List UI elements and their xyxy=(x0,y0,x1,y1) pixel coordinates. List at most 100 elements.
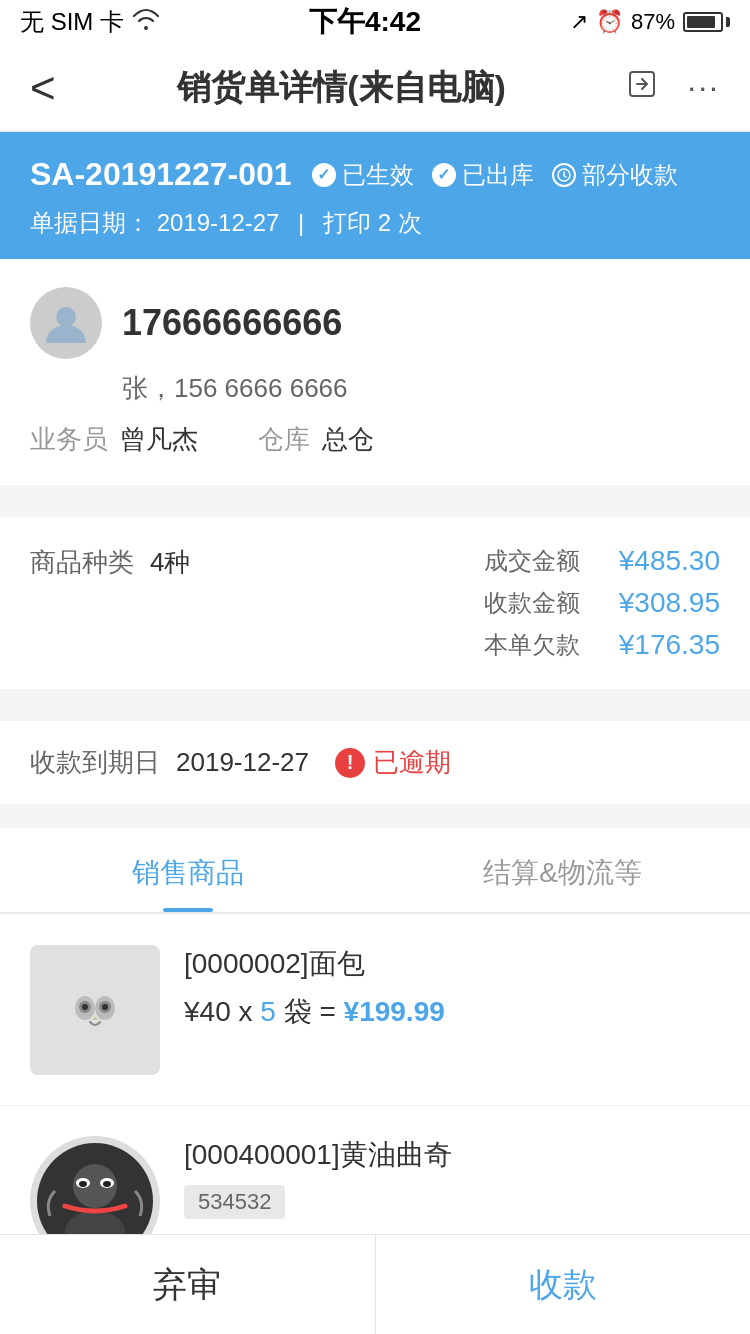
product-code-2: [000400001] xyxy=(184,1139,340,1170)
svg-point-2 xyxy=(56,307,76,327)
tab-settlement[interactable]: 结算&物流等 xyxy=(375,828,750,912)
received-value: ¥308.95 xyxy=(600,587,720,619)
wifi-icon xyxy=(132,8,160,36)
divider-3 xyxy=(0,812,750,828)
unit-val-1: 袋 xyxy=(284,996,312,1027)
share-icon[interactable] xyxy=(627,69,657,106)
customer-section: 17666666666 张，156 6666 6666 业务员 曾凡杰 仓库 总… xyxy=(0,259,750,485)
debt-value: ¥176.35 xyxy=(600,629,720,661)
salesperson-label: 业务员 xyxy=(30,422,108,457)
badge-effective-label: 已生效 xyxy=(342,159,414,191)
meta-print: 打印 2 次 xyxy=(323,209,422,236)
nav-bar: < 销货单详情(来自电脑) ··· xyxy=(0,44,750,132)
due-date-label: 收款到期日 xyxy=(30,745,160,780)
status-right: ↗ ⏰ 87% xyxy=(570,9,730,35)
product-title-1: 面包 xyxy=(309,948,365,979)
received-row: 收款金额 ¥308.95 xyxy=(484,587,720,619)
due-date-value: 2019-12-27 xyxy=(176,747,309,778)
tab-sales-label: 销售商品 xyxy=(132,857,244,888)
warehouse-value: 总仓 xyxy=(322,422,374,457)
tab-settlement-label: 结算&物流等 xyxy=(483,857,642,888)
received-label: 收款金额 xyxy=(484,587,580,619)
svg-point-17 xyxy=(103,1181,111,1187)
order-banner: SA-20191227-001 ✓ 已生效 ✓ 已出库 部分收款 xyxy=(0,132,750,259)
more-icon[interactable]: ··· xyxy=(687,69,720,106)
meta-date-value: 2019-12-27 xyxy=(157,209,280,236)
clock-icon xyxy=(552,163,576,187)
badge-shipped-label: 已出库 xyxy=(462,159,534,191)
tabs-section: 销售商品 结算&物流等 xyxy=(0,828,750,913)
divider-1 xyxy=(0,501,750,517)
debt-row: 本单欠款 ¥176.35 xyxy=(484,629,720,661)
meta-separator: | xyxy=(298,209,304,236)
product-type-value: 4种 xyxy=(150,545,190,580)
amount-label: 成交金额 xyxy=(484,545,580,577)
status-bar: 无 SIM 卡 下午4:42 ↗ ⏰ 87% xyxy=(0,0,750,44)
price-val-1: ¥40 xyxy=(184,996,231,1027)
badge-partial-label: 部分收款 xyxy=(582,159,678,191)
amount-row: 成交金额 ¥485.30 xyxy=(484,545,720,577)
svg-point-9 xyxy=(102,1004,108,1010)
product-info-1: [0000002]面包 ¥40 x 5 袋 = ¥199.99 xyxy=(184,945,720,1031)
alarm-icon: ⏰ xyxy=(596,9,623,35)
due-section: 收款到期日 2019-12-27 ! 已逾期 xyxy=(0,721,750,804)
product-title-2: 黄油曲奇 xyxy=(340,1139,452,1170)
customer-sub: 张，156 6666 6666 xyxy=(30,371,720,406)
price-x-1: x xyxy=(239,996,261,1027)
confirm-button[interactable]: 收款 xyxy=(376,1235,751,1334)
price-eq-1: = xyxy=(319,996,343,1027)
stats-section: 商品种类 4种 成交金额 ¥485.30 收款金额 ¥308.95 本单欠款 ¥… xyxy=(0,517,750,689)
customer-info: 业务员 曾凡杰 仓库 总仓 xyxy=(30,422,720,457)
svg-point-8 xyxy=(82,1004,88,1010)
order-number: SA-20191227-001 xyxy=(30,156,292,193)
carrier-label: 无 SIM 卡 xyxy=(20,6,124,38)
battery-percent: 87% xyxy=(631,9,675,35)
customer-top: 17666666666 xyxy=(30,287,720,359)
check-icon-1: ✓ xyxy=(312,163,336,187)
product-tag-2: 534532 xyxy=(184,1185,285,1219)
amount-value: ¥485.30 xyxy=(600,545,720,577)
cancel-label: 弃审 xyxy=(153,1262,221,1308)
status-badges: ✓ 已生效 ✓ 已出库 部分收款 xyxy=(312,159,678,191)
badge-shipped: ✓ 已出库 xyxy=(432,159,534,191)
battery-icon xyxy=(683,12,730,32)
product-code-1: [0000002] xyxy=(184,948,309,979)
order-banner-top: SA-20191227-001 ✓ 已生效 ✓ 已出库 部分收款 xyxy=(30,156,720,193)
check-icon-2: ✓ xyxy=(432,163,456,187)
location-icon: ↗ xyxy=(570,9,588,35)
cancel-button[interactable]: 弃审 xyxy=(0,1235,376,1334)
salesperson-info: 业务员 曾凡杰 xyxy=(30,422,198,457)
back-button[interactable]: < xyxy=(30,63,56,113)
product-type-label: 商品种类 xyxy=(30,545,134,580)
overdue-text: 已逾期 xyxy=(373,745,451,780)
warehouse-info: 仓库 总仓 xyxy=(258,422,374,457)
order-meta: 单据日期： 2019-12-27 | 打印 2 次 xyxy=(30,207,720,239)
product-image-1 xyxy=(30,945,160,1075)
avatar xyxy=(30,287,102,359)
table-row: [0000002]面包 ¥40 x 5 袋 = ¥199.99 xyxy=(0,915,750,1106)
status-time: 下午4:42 xyxy=(309,3,421,41)
bottom-bar: 弃审 收款 xyxy=(0,1234,750,1334)
debt-label: 本单欠款 xyxy=(484,629,580,661)
meta-date-label: 单据日期： xyxy=(30,209,150,236)
warehouse-label: 仓库 xyxy=(258,422,310,457)
badge-effective: ✓ 已生效 xyxy=(312,159,414,191)
badge-partial: 部分收款 xyxy=(552,159,678,191)
svg-point-16 xyxy=(79,1181,87,1187)
status-left: 无 SIM 卡 xyxy=(20,6,160,38)
customer-name: 17666666666 xyxy=(122,302,342,344)
tab-sales-products[interactable]: 销售商品 xyxy=(0,828,375,912)
page-title: 销货单详情(来自电脑) xyxy=(177,65,506,111)
salesperson-value: 曾凡杰 xyxy=(120,422,198,457)
total-val-1: ¥199.99 xyxy=(344,996,445,1027)
overdue-badge: ! 已逾期 xyxy=(335,745,451,780)
nav-actions: ··· xyxy=(627,69,720,106)
stats-left: 商品种类 4种 xyxy=(30,545,190,580)
product-name-2: [000400001]黄油曲奇 xyxy=(184,1136,720,1174)
product-name-1: [0000002]面包 xyxy=(184,945,720,983)
confirm-label: 收款 xyxy=(529,1262,597,1308)
product-price-1: ¥40 x 5 袋 = ¥199.99 xyxy=(184,993,720,1031)
svg-point-3 xyxy=(57,972,133,1048)
overdue-icon: ! xyxy=(335,748,365,778)
divider-2 xyxy=(0,705,750,721)
